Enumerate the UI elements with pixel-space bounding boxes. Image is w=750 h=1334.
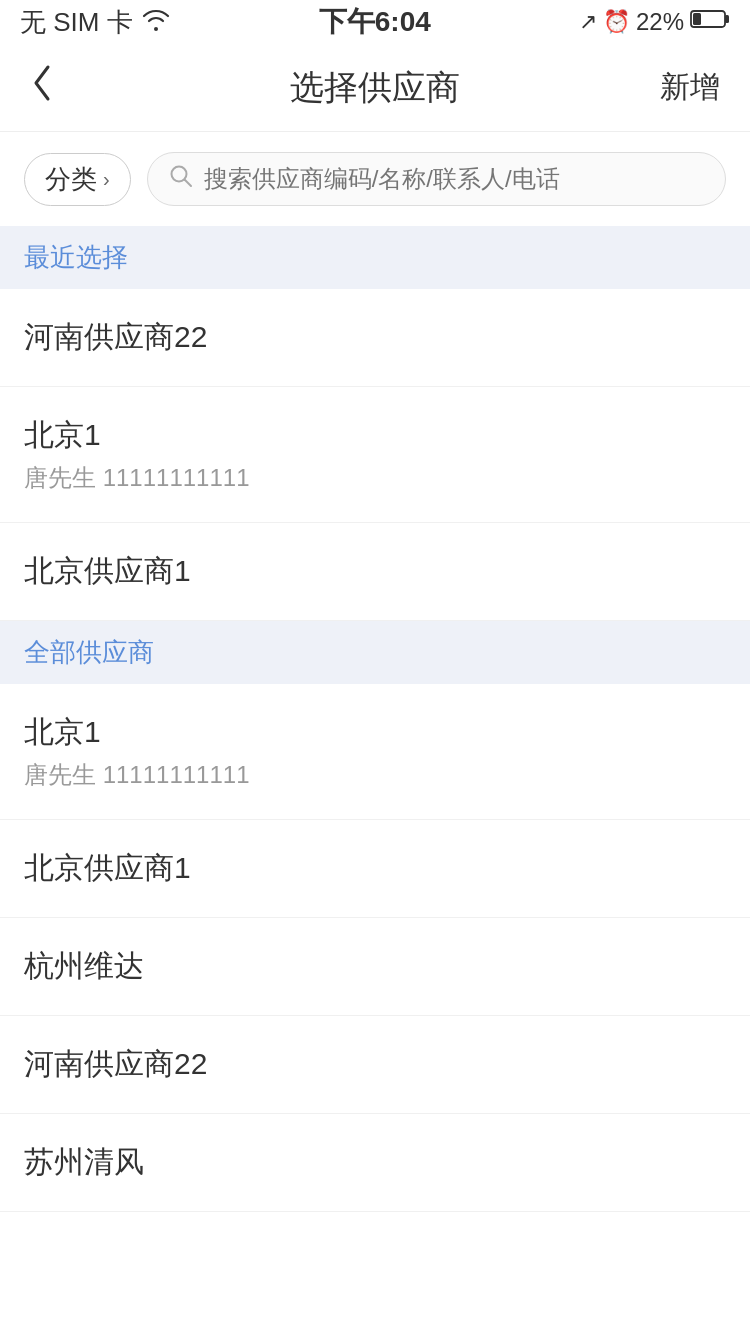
item-name: 河南供应商22	[24, 1044, 726, 1085]
item-name: 苏州清风	[24, 1142, 726, 1183]
list-item[interactable]: 河南供应商22	[0, 1016, 750, 1114]
wifi-icon	[141, 7, 171, 38]
no-sim-text: 无 SIM 卡	[20, 5, 133, 40]
list-item[interactable]: 北京供应商1	[0, 820, 750, 918]
status-bar: 无 SIM 卡 下午6:04 ↗ ⏰ 22%	[0, 0, 750, 44]
svg-line-4	[184, 180, 191, 187]
list-item[interactable]: 杭州维达	[0, 918, 750, 1016]
item-name: 杭州维达	[24, 946, 726, 987]
category-label: 分类	[45, 162, 97, 197]
item-name: 北京1	[24, 415, 726, 456]
all-section-header: 全部供应商	[0, 621, 750, 684]
battery-icon	[690, 8, 730, 36]
svg-rect-2	[693, 13, 701, 25]
category-filter-button[interactable]: 分类 ›	[24, 153, 131, 206]
list-item[interactable]: 苏州清风	[0, 1114, 750, 1212]
status-left: 无 SIM 卡	[20, 5, 171, 40]
list-item[interactable]: 北京1 唐先生 11111111111	[0, 387, 750, 523]
back-button[interactable]	[30, 63, 90, 112]
alarm-icon: ⏰	[603, 9, 630, 35]
list-item[interactable]: 河南供应商22	[0, 289, 750, 387]
item-name: 北京供应商1	[24, 848, 726, 889]
page-title: 选择供应商	[290, 65, 460, 111]
status-time: 下午6:04	[319, 3, 431, 41]
battery-percent: 22%	[636, 8, 684, 36]
nav-bar: 选择供应商 新增	[0, 44, 750, 132]
item-name: 北京供应商1	[24, 551, 726, 592]
item-sub: 唐先生 11111111111	[24, 462, 726, 494]
search-box[interactable]	[147, 152, 726, 206]
all-section-title: 全部供应商	[24, 637, 154, 667]
search-icon	[168, 163, 194, 195]
add-button[interactable]: 新增	[660, 67, 720, 108]
filter-bar: 分类 ›	[0, 132, 750, 226]
all-list: 北京1 唐先生 11111111111 北京供应商1 杭州维达河南供应商22 苏州清风	[0, 684, 750, 1212]
location-icon: ↗	[579, 9, 597, 35]
item-sub: 唐先生 11111111111	[24, 759, 726, 791]
recent-section-title: 最近选择	[24, 242, 128, 272]
recent-list: 河南供应商22 北京1 唐先生 11111111111 北京供应商1	[0, 289, 750, 621]
item-name: 河南供应商22	[24, 317, 726, 358]
search-input[interactable]	[204, 165, 705, 193]
status-right: ↗ ⏰ 22%	[579, 8, 730, 36]
item-name: 北京1	[24, 712, 726, 753]
list-item[interactable]: 北京1 唐先生 11111111111	[0, 684, 750, 820]
chevron-right-icon: ›	[103, 168, 110, 191]
svg-rect-1	[725, 15, 729, 23]
list-item[interactable]: 北京供应商1	[0, 523, 750, 621]
recent-section-header: 最近选择	[0, 226, 750, 289]
